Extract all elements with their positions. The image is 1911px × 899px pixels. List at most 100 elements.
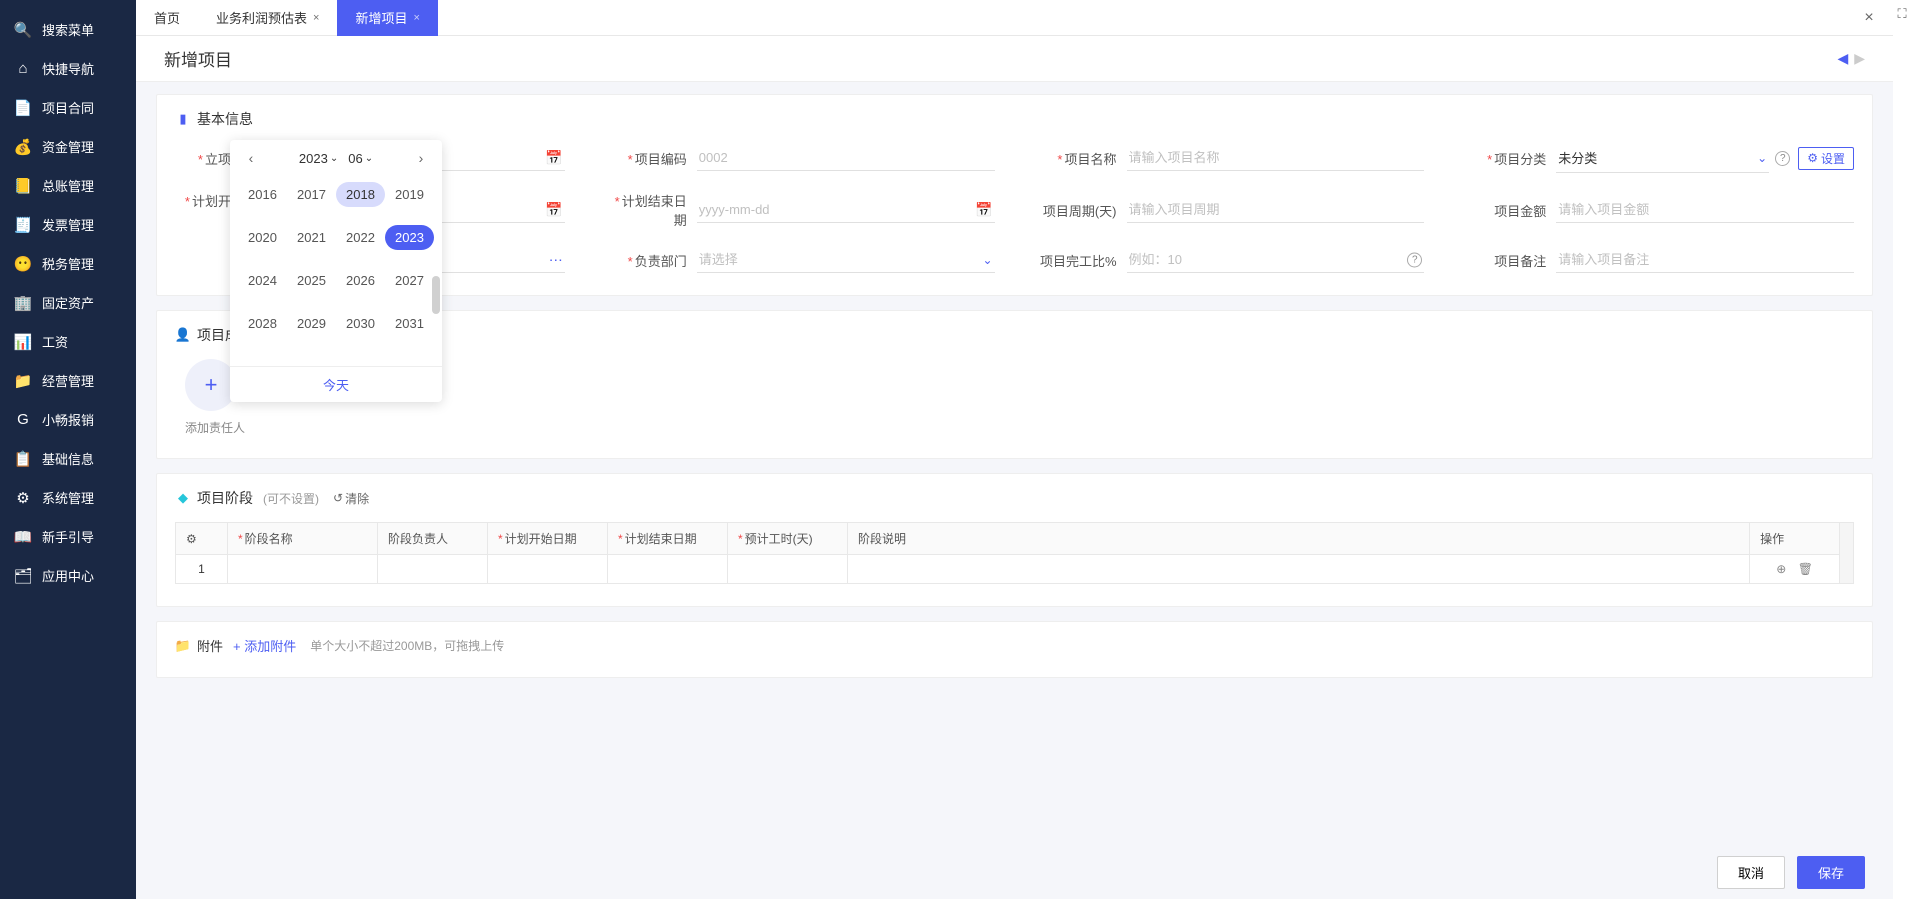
year-option[interactable]: 2023 (385, 225, 434, 250)
help-icon[interactable]: ? (1407, 253, 1422, 268)
col-start: *计划开始日期 (488, 523, 608, 555)
calendar-icon[interactable]: 📅 (975, 202, 992, 219)
close-icon[interactable]: × (313, 12, 319, 24)
settings-button[interactable]: ⚙设置 (1798, 147, 1854, 170)
col-name: *阶段名称 (228, 523, 378, 555)
year-option[interactable]: 2017 (287, 182, 336, 207)
cell-desc[interactable] (848, 555, 1750, 584)
close-all-button[interactable]: × (1857, 6, 1881, 30)
add-row-icon[interactable]: ⊕ (1776, 562, 1786, 576)
year-option[interactable]: 2028 (238, 311, 287, 336)
sidebar-item-tax[interactable]: 😶税务管理 (0, 244, 136, 283)
cell-start[interactable] (488, 555, 608, 584)
project-name-input[interactable] (1127, 145, 1425, 171)
add-attachment-button[interactable]: + 添加附件 (233, 636, 296, 655)
sidebar-item-label: 基础信息 (42, 449, 94, 468)
clear-phases-button[interactable]: ↺清除 (333, 490, 369, 507)
remark-input[interactable] (1556, 247, 1854, 273)
project-category-select[interactable]: 未分类 ⌄ (1556, 143, 1769, 173)
year-option[interactable]: 2027 (385, 268, 434, 293)
next-year-button[interactable]: › (412, 150, 430, 166)
scrollbar-thumb[interactable] (432, 276, 440, 314)
sidebar-item-biz[interactable]: 📁经营管理 (0, 361, 136, 400)
cell-end[interactable] (608, 555, 728, 584)
undo-icon: ↺ (333, 491, 343, 505)
year-option[interactable]: 2022 (336, 225, 385, 250)
year-selector[interactable]: 2023⌄ (299, 151, 338, 166)
year-option[interactable]: 2018 (336, 182, 385, 207)
receipt-icon: 🧾 (14, 216, 32, 234)
gear-icon: ⚙ (1807, 151, 1818, 165)
attachment-note: 单个大小不超过200MB，可拖拽上传 (310, 637, 504, 654)
year-option[interactable]: 2016 (238, 182, 287, 207)
prev-button[interactable]: ◀ (1837, 50, 1848, 67)
sidebar-item-salary[interactable]: 📊工资 (0, 322, 136, 361)
user-icon: 👤 (175, 327, 191, 343)
tab-bar: 首页 业务利润预估表× 新增项目× × (136, 0, 1893, 36)
search-icon: 🔍 (14, 21, 32, 39)
more-icon[interactable]: ⋯ (549, 252, 563, 269)
sidebar-item-baseinfo[interactable]: 📋基础信息 (0, 439, 136, 478)
sidebar-item-ledger[interactable]: 📒总账管理 (0, 166, 136, 205)
prev-year-button[interactable]: ‹ (242, 150, 260, 166)
help-icon[interactable]: ? (1775, 151, 1790, 166)
year-option[interactable]: 2029 (287, 311, 336, 336)
year-option[interactable]: 2031 (385, 311, 434, 336)
tab-profit[interactable]: 业务利润预估表× (198, 0, 337, 36)
col-hours: *预计工时(天) (728, 523, 848, 555)
year-option[interactable]: 2024 (238, 268, 287, 293)
field-label: 项目周期(天) (1043, 204, 1117, 219)
year-option[interactable]: 2021 (287, 225, 336, 250)
delete-row-icon[interactable]: 🗑 (1798, 562, 1813, 576)
field-label: 项目名称 (1064, 152, 1116, 167)
tab-newproject[interactable]: 新增项目× (337, 0, 437, 36)
year-option[interactable]: 2025 (287, 268, 336, 293)
completion-input[interactable] (1127, 247, 1425, 273)
sidebar-item-apps[interactable]: 🗂应用中心 (0, 556, 136, 595)
sidebar-item-guide[interactable]: 📖新手引导 (0, 517, 136, 556)
sidebar-item-assets[interactable]: 🏢固定资产 (0, 283, 136, 322)
cell-owner[interactable] (378, 555, 488, 584)
tab-home[interactable]: 首页 (136, 0, 198, 36)
month-selector[interactable]: 06⌄ (348, 151, 373, 166)
next-button[interactable]: ▶ (1854, 50, 1865, 67)
cancel-button[interactable]: 取消 (1717, 856, 1785, 889)
col-desc: 阶段说明 (848, 523, 1750, 555)
sidebar-item-invoice[interactable]: 🧾 发票管理 (0, 205, 136, 244)
sidebar-item-label: 工资 (42, 332, 68, 351)
sidebar-item-label: 发票管理 (42, 215, 94, 234)
sidebar-item-quicknav[interactable]: ⌂快捷导航 (0, 49, 136, 88)
project-code-input[interactable] (697, 145, 995, 171)
close-icon[interactable]: × (413, 12, 419, 24)
right-rail: ⛶ (1893, 0, 1911, 899)
year-option[interactable]: 2026 (336, 268, 385, 293)
dept-select[interactable] (697, 247, 995, 273)
page-header: 新增项目 ◀ ▶ (136, 36, 1893, 82)
chevron-down-icon[interactable]: ⌄ (982, 253, 992, 267)
sidebar-item-funds[interactable]: 💰资金管理 (0, 127, 136, 166)
year-option[interactable]: 2030 (336, 311, 385, 336)
table-row[interactable]: 1 ⊕ 🗑 (176, 555, 1840, 584)
cycle-input[interactable] (1127, 197, 1425, 223)
year-option[interactable]: 2020 (238, 225, 287, 250)
col-gear[interactable]: ⚙ (176, 523, 228, 555)
amount-input[interactable] (1556, 197, 1854, 223)
sidebar-item-contract[interactable]: 📄项目合同 (0, 88, 136, 127)
cell-hours[interactable] (728, 555, 848, 584)
save-button[interactable]: 保存 (1797, 856, 1865, 889)
calendar-icon[interactable]: 📅 (545, 150, 562, 167)
money-icon: 💰 (14, 138, 32, 156)
today-button[interactable]: 今天 (230, 366, 442, 402)
sidebar-item-system[interactable]: ⚙系统管理 (0, 478, 136, 517)
main-area: 首页 业务利润预估表× 新增项目× × 新增项目 ◀ ▶ ▮ 基本信息 (136, 0, 1893, 899)
table-scrollbar[interactable] (1840, 522, 1854, 584)
phase-icon: ◆ (175, 490, 191, 506)
calendar-icon[interactable]: 📅 (545, 202, 562, 219)
sidebar-item-reimburse[interactable]: G小畅报销 (0, 400, 136, 439)
cell-name[interactable] (228, 555, 378, 584)
expand-icon[interactable]: ⛶ (1897, 6, 1906, 22)
add-member-label: 添加责任人 (185, 419, 245, 436)
sidebar-item-search[interactable]: 🔍搜索菜单 (0, 10, 136, 49)
year-option[interactable]: 2019 (385, 182, 434, 207)
plan-end-input[interactable] (697, 197, 995, 223)
